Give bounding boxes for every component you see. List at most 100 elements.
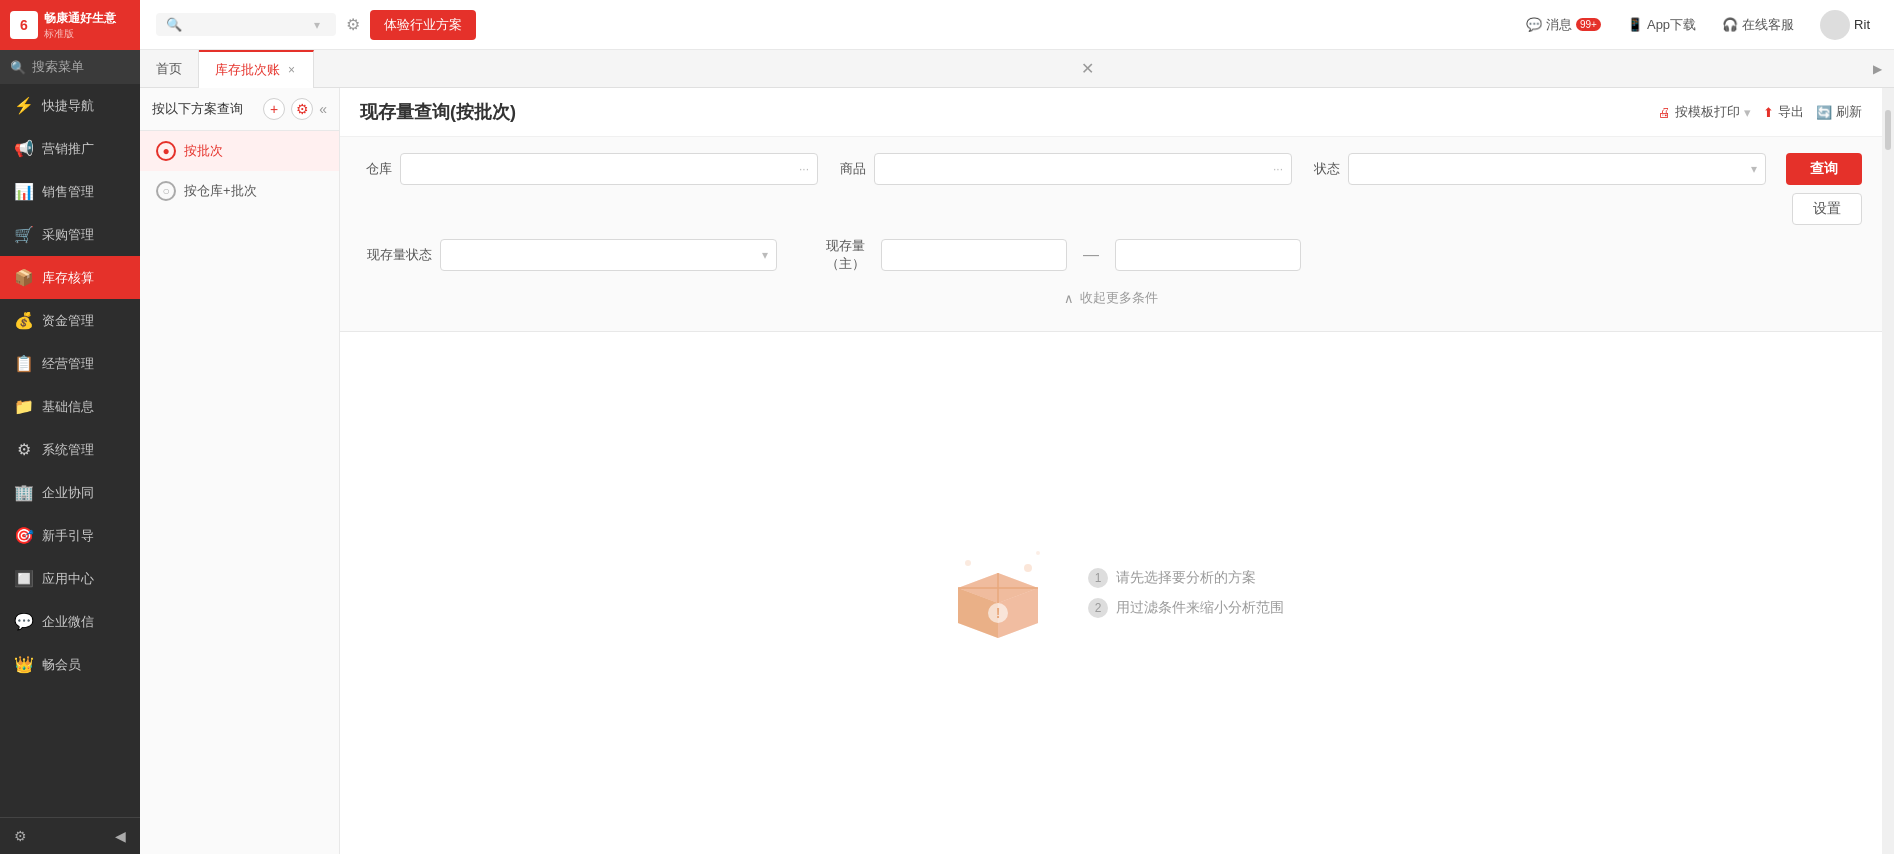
export-btn[interactable]: ⬆ 导出 — [1763, 103, 1804, 121]
settings-filter-btn[interactable]: 设置 — [1792, 193, 1862, 225]
settings-footer-btn[interactable]: ⚙ — [14, 828, 27, 844]
sidebar-item-member[interactable]: 👑 畅会员 — [0, 643, 140, 686]
collapse-icon: ∧ — [1064, 291, 1074, 306]
messages-btn[interactable]: 💬 消息 99+ — [1518, 12, 1609, 38]
topbar-dropdown-icon[interactable]: ▾ — [314, 18, 320, 32]
filter-buttons: 查询 设置 — [1782, 153, 1862, 225]
trial-btn[interactable]: 体验行业方案 — [370, 10, 476, 40]
avatar — [1820, 10, 1850, 40]
topbar-search-area[interactable]: 🔍 ▾ — [156, 13, 336, 36]
sidebar-item-label: 企业微信 — [42, 613, 94, 631]
warehouse-filter-input[interactable]: ··· — [400, 153, 818, 185]
print-label: 按模板打印 — [1675, 103, 1740, 121]
quantity-max[interactable] — [1124, 248, 1292, 263]
scheme-item-warehouse-batch[interactable]: ○ 按仓库+批次 — [140, 171, 339, 211]
collapse-sidebar-btn[interactable]: ◀ — [115, 828, 126, 844]
inv-status-select[interactable]: ▾ — [440, 239, 777, 271]
sidebar-footer: ⚙ ◀ — [0, 817, 140, 854]
hint-num-2: 2 — [1088, 598, 1108, 618]
messages-badge: 99+ — [1576, 18, 1601, 31]
product-more-icon[interactable]: ··· — [1273, 162, 1283, 176]
tab-home-label: 首页 — [156, 60, 182, 78]
hint-2: 2 用过滤条件来缩小分析范围 — [1088, 598, 1284, 618]
tab-inventory-batch[interactable]: 库存批次账 × — [199, 50, 314, 88]
page-title-bar: 现存量查询(按批次) 🖨 按模板打印 ▾ ⬆ 导出 🔄 刷新 — [340, 88, 1882, 137]
user-area[interactable]: Rit — [1812, 6, 1878, 44]
sidebar: 6 畅康通好生意 标准版 🔍 搜索菜单 ⚡ 快捷导航 📢 营销推广 📊 销售管理… — [0, 0, 140, 854]
refresh-btn[interactable]: 🔄 刷新 — [1816, 103, 1862, 121]
sidebar-item-shortcuts[interactable]: ⚡ 快捷导航 — [0, 84, 140, 127]
tab-panel-expand-btn[interactable]: ▶ — [1861, 62, 1894, 76]
sidebar-item-marketing[interactable]: 📢 营销推广 — [0, 127, 140, 170]
app-download-btn[interactable]: 📱 App下载 — [1619, 12, 1704, 38]
quantity-max-input[interactable] — [1115, 239, 1301, 271]
sidebar-item-enterprise[interactable]: 🏢 企业协同 — [0, 471, 140, 514]
headset-icon: 🎧 — [1722, 17, 1738, 32]
tab-close-btn[interactable]: × — [286, 63, 297, 77]
empty-state-illustration: ! — [938, 533, 1058, 653]
search-menu[interactable]: 🔍 搜索菜单 — [0, 50, 140, 84]
export-icon: ⬆ — [1763, 105, 1774, 120]
page-title-actions: 🖨 按模板打印 ▾ ⬆ 导出 🔄 刷新 — [1658, 103, 1862, 121]
scheme-item-label-2: 按仓库+批次 — [184, 182, 257, 200]
query-btn[interactable]: 查询 — [1786, 153, 1862, 185]
right-scrollbar[interactable] — [1882, 88, 1894, 854]
warehouse-filter-label: 仓库 — [360, 160, 400, 178]
settings-scheme-btn[interactable]: ⚙ — [291, 98, 313, 120]
tab-home[interactable]: 首页 — [140, 50, 199, 88]
sidebar-item-operations[interactable]: 📋 经营管理 — [0, 342, 140, 385]
collapse-filters-btn[interactable]: ∧ 收起更多条件 — [1056, 281, 1166, 315]
sidebar-item-basics[interactable]: 📁 基础信息 — [0, 385, 140, 428]
enterprise-icon: 🏢 — [14, 483, 34, 502]
product-filter-input[interactable]: ··· — [874, 153, 1292, 185]
sidebar-item-label: 库存核算 — [42, 269, 94, 287]
tab-panel-close-btn[interactable]: ✕ — [1069, 59, 1106, 78]
operations-icon: 📋 — [14, 354, 34, 373]
topbar-gear-icon[interactable]: ⚙ — [346, 15, 360, 34]
product-filter-label: 商品 — [834, 160, 874, 178]
app-download-icon: 📱 — [1627, 17, 1643, 32]
collapse-scheme-btn[interactable]: « — [319, 101, 327, 117]
inv-status-label: 现存量状态 — [360, 246, 440, 264]
quantity-label: 现存量（主） — [793, 237, 873, 273]
print-icon: 🖨 — [1658, 105, 1671, 120]
quantity-dash: — — [1075, 246, 1107, 264]
sidebar-item-purchase[interactable]: 🛒 采购管理 — [0, 213, 140, 256]
sidebar-item-system[interactable]: ⚙ 系统管理 — [0, 428, 140, 471]
export-label: 导出 — [1778, 103, 1804, 121]
scrollbar-thumb[interactable] — [1885, 110, 1891, 150]
print-btn[interactable]: 🖨 按模板打印 ▾ — [1658, 103, 1751, 121]
topbar: 🔍 ▾ ⚙ 体验行业方案 💬 消息 99+ 📱 App下载 🎧 在线客服 Rit — [140, 0, 1894, 50]
status-filter-select[interactable]: ▾ — [1348, 153, 1766, 185]
online-service-btn[interactable]: 🎧 在线客服 — [1714, 12, 1802, 38]
add-scheme-btn[interactable]: + — [263, 98, 285, 120]
messages-icon: 💬 — [1526, 17, 1542, 32]
print-dropdown-icon[interactable]: ▾ — [1744, 105, 1751, 120]
scheme-item-icon-2: ○ — [156, 181, 176, 201]
product-input[interactable] — [883, 162, 1273, 177]
sidebar-item-inventory[interactable]: 📦 库存核算 — [0, 256, 140, 299]
sidebar-item-sales[interactable]: 📊 销售管理 — [0, 170, 140, 213]
apps-icon: 🔲 — [14, 569, 34, 588]
sidebar-item-label: 采购管理 — [42, 226, 94, 244]
sidebar-item-label: 系统管理 — [42, 441, 94, 459]
sidebar-item-finance[interactable]: 💰 资金管理 — [0, 299, 140, 342]
sidebar-item-apps[interactable]: 🔲 应用中心 — [0, 557, 140, 600]
wechat-icon: 💬 — [14, 612, 34, 631]
sidebar-item-wechat[interactable]: 💬 企业微信 — [0, 600, 140, 643]
svg-point-8 — [1024, 564, 1032, 572]
scheme-item-label-1: 按批次 — [184, 142, 223, 160]
tab-active-label: 库存批次账 — [215, 61, 280, 79]
sidebar-item-guide[interactable]: 🎯 新手引导 — [0, 514, 140, 557]
finance-icon: 💰 — [14, 311, 34, 330]
topbar-search-input[interactable] — [188, 17, 308, 32]
sidebar-item-label: 销售管理 — [42, 183, 94, 201]
hint-text-2: 用过滤条件来缩小分析范围 — [1116, 599, 1284, 617]
quantity-min[interactable] — [890, 248, 1058, 263]
status-filter-label: 状态 — [1308, 160, 1348, 178]
warehouse-more-icon[interactable]: ··· — [799, 162, 809, 176]
scheme-item-batch[interactable]: ● 按批次 — [140, 131, 339, 171]
sidebar-item-label: 基础信息 — [42, 398, 94, 416]
quantity-min-input[interactable] — [881, 239, 1067, 271]
warehouse-input[interactable] — [409, 162, 799, 177]
